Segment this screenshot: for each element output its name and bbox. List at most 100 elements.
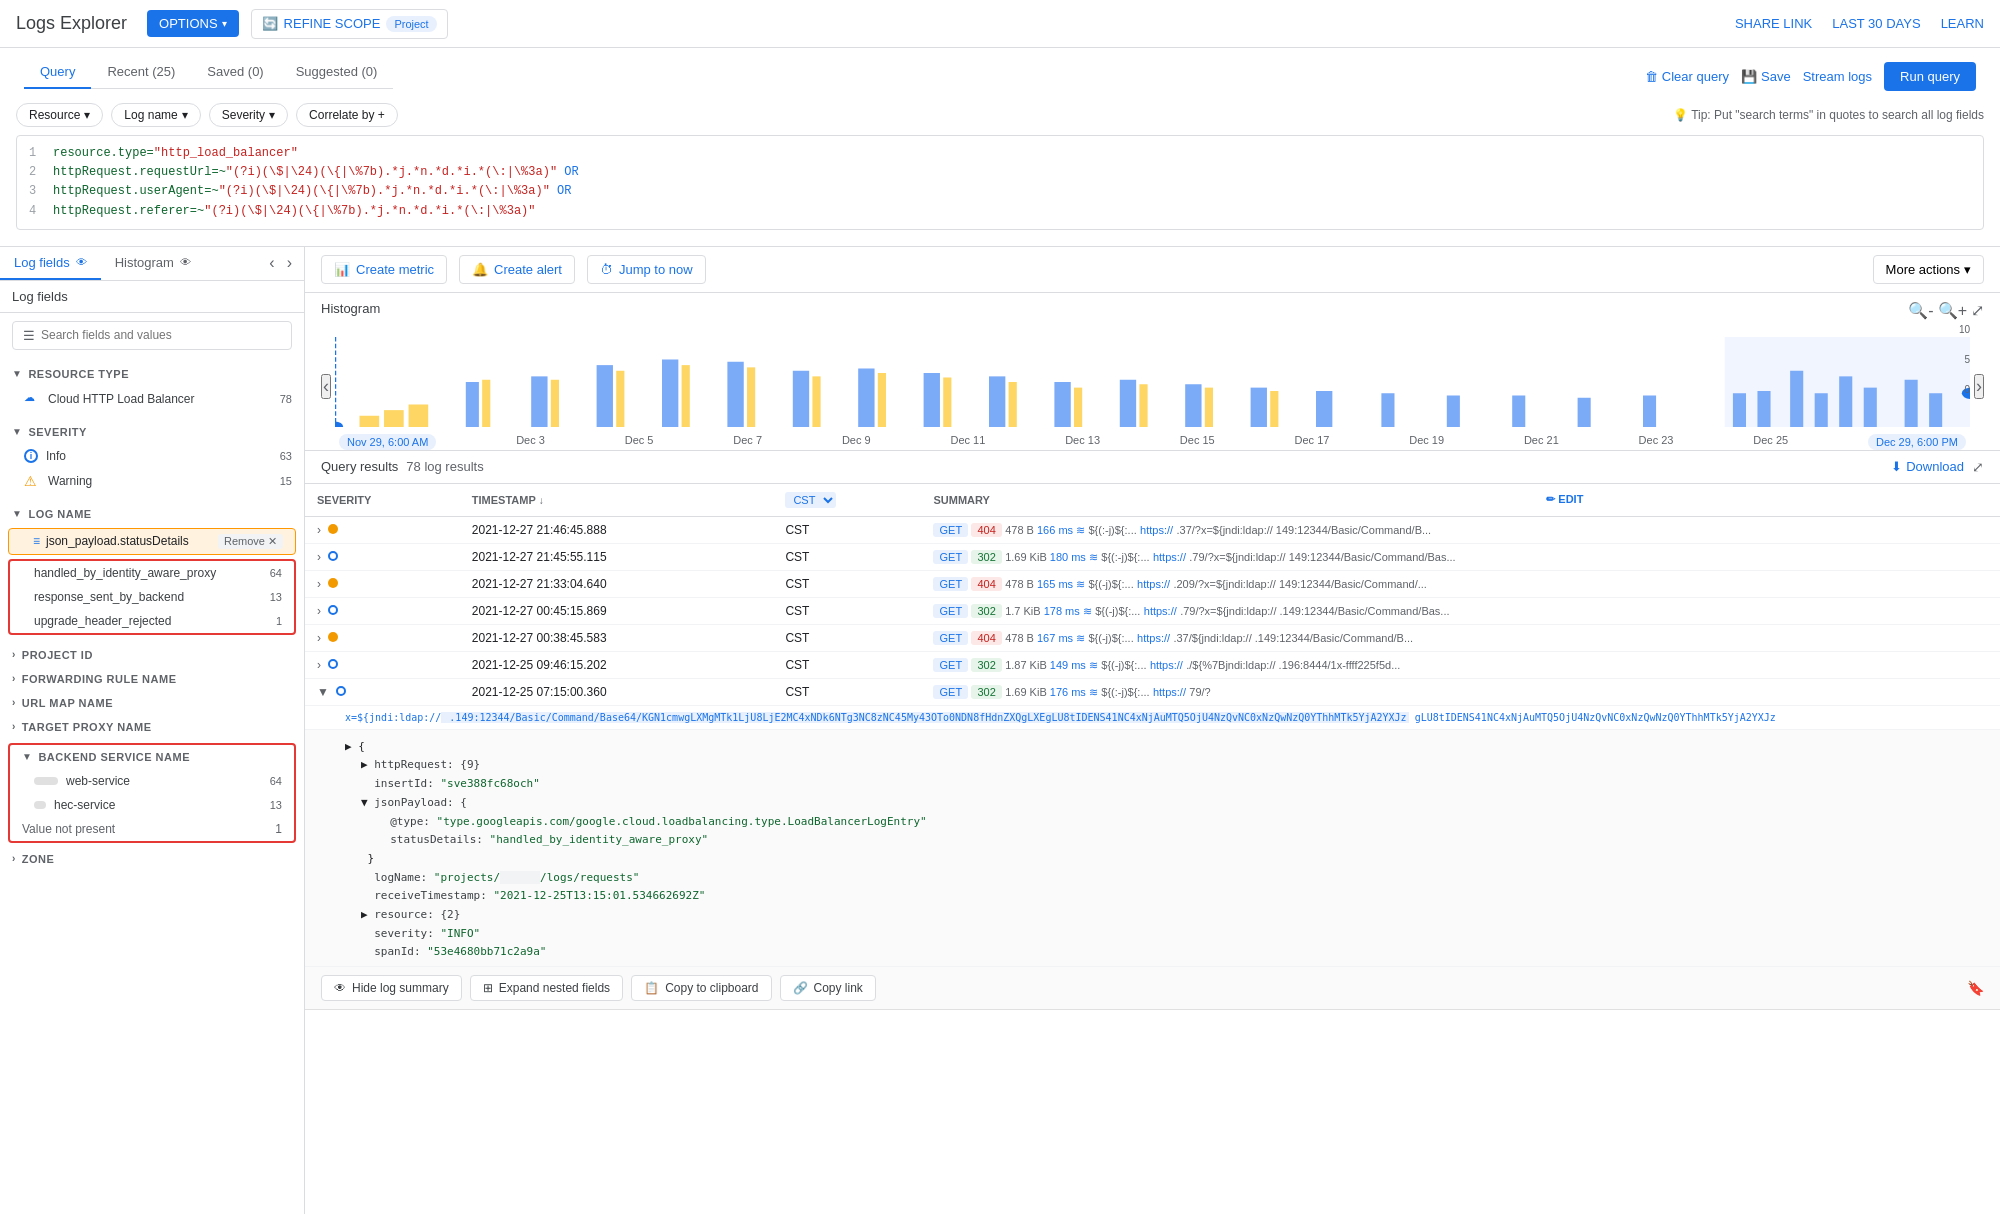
- jump-to-now-button[interactable]: ⏱ Jump to now: [587, 255, 706, 284]
- edit-columns-button[interactable]: ✏ EDIT: [1546, 493, 1988, 506]
- share-link-button[interactable]: SHARE LINK: [1735, 16, 1812, 31]
- timestamp-cell: 2021-12-27 21:46:45.888: [460, 516, 774, 543]
- summary-cell: GET 404 478 B 166 ms ≋ ${(:-j)${:... htt…: [921, 516, 2000, 543]
- panel-tab-logfields[interactable]: Log fields 👁: [0, 247, 101, 280]
- zone-header[interactable]: › ZONE: [0, 847, 304, 871]
- field-cloud-http-lb[interactable]: ☁ Cloud HTTP Load Balancer 78: [0, 386, 304, 412]
- histogram-next-button[interactable]: ›: [1974, 374, 1984, 399]
- save-button[interactable]: 💾 Save: [1741, 69, 1791, 84]
- row-expand-3[interactable]: ›: [317, 577, 321, 591]
- field-count-warning: 15: [280, 475, 292, 487]
- stream-logs-button[interactable]: Stream logs: [1803, 69, 1872, 84]
- svg-rect-9: [616, 371, 624, 427]
- backend-service-header[interactable]: ▼ BACKEND SERVICE NAME: [10, 745, 294, 769]
- query-editor: 1 resource.type="http_load_balancer" 2 h…: [16, 135, 1984, 230]
- last-days-button[interactable]: LAST 30 DAYS: [1832, 16, 1920, 31]
- tab-query[interactable]: Query: [24, 56, 91, 89]
- panel-expand-button[interactable]: ›: [283, 252, 296, 274]
- svg-rect-7: [551, 380, 559, 427]
- summary-cell: GET 404 478 B 165 ms ≋ ${(-j)${:... http…: [921, 570, 2000, 597]
- search-fields-input[interactable]: [41, 328, 281, 342]
- field-handled-by-iap[interactable]: handled_by_identity_aware_proxy 64: [10, 561, 294, 585]
- target-proxy-header[interactable]: › TARGET PROXY NAME: [0, 715, 304, 739]
- row-expand-1[interactable]: ›: [317, 523, 321, 537]
- expanded-log-tree: ▶ { ▶ httpRequest: {9} insertId: "sve388…: [305, 730, 2000, 966]
- field-response-sent[interactable]: response_sent_by_backend 13: [10, 585, 294, 609]
- svg-rect-6: [531, 376, 547, 427]
- create-alert-button[interactable]: 🔔 Create alert: [459, 255, 575, 284]
- backend-service-section: ▼ BACKEND SERVICE NAME web-service 64 he…: [8, 743, 296, 843]
- resource-chip[interactable]: Resource ▾: [16, 103, 103, 127]
- search-fields-container: ☰: [12, 321, 292, 350]
- field-warning[interactable]: ⚠ Warning 15: [0, 468, 304, 494]
- row-expand-6[interactable]: ›: [317, 658, 321, 672]
- project-id-label: PROJECT ID: [22, 649, 93, 661]
- refine-scope-icon: 🔄: [262, 16, 278, 31]
- expand-nested-button[interactable]: ⊞ Expand nested fields: [470, 975, 623, 1001]
- svg-rect-41: [1839, 376, 1852, 427]
- severity-chip[interactable]: Severity ▾: [209, 103, 288, 127]
- project-id-header[interactable]: › PROJECT ID: [0, 643, 304, 667]
- more-actions-button[interactable]: Hide log summary More actions ▾: [1873, 255, 1984, 284]
- tab-recent[interactable]: Recent (25): [91, 56, 191, 89]
- tab-suggested[interactable]: Suggested (0): [280, 56, 394, 89]
- run-query-button[interactable]: Run query: [1884, 62, 1976, 91]
- copy-link-button[interactable]: 🔗 Copy link: [780, 975, 876, 1001]
- top-nav: Logs Explorer OPTIONS 🔄 REFINE SCOPE Pro…: [0, 0, 2000, 48]
- hide-summary-button[interactable]: 👁 Hide log summary: [321, 975, 462, 1001]
- table-row: › 2021-12-25 09:46:15.202 CST GET 302 1.…: [305, 651, 2000, 678]
- warning-icon: ⚠: [24, 473, 40, 489]
- url-map-chevron: ›: [12, 697, 16, 708]
- learn-button[interactable]: LEARN: [1941, 16, 1984, 31]
- more-actions-chevron: ▾: [1964, 262, 1971, 277]
- field-json-payload[interactable]: ≡ json_payload.statusDetails Remove ✕: [8, 528, 296, 555]
- correlate-chip[interactable]: Correlate by +: [296, 103, 398, 127]
- content-actions-bar: 📊 Hide log summary Create metric 🔔 Creat…: [305, 247, 2000, 293]
- field-hec-service[interactable]: hec-service 13: [10, 793, 294, 817]
- copy-clipboard-button[interactable]: 📋 Copy to clipboard: [631, 975, 771, 1001]
- panel-tab-histogram[interactable]: Histogram 👁: [101, 247, 205, 280]
- severity-header[interactable]: ▼ SEVERITY: [0, 420, 304, 444]
- log-name-label: LOG NAME: [28, 508, 91, 520]
- svg-rect-43: [1905, 380, 1918, 427]
- field-info[interactable]: i Info 63: [0, 444, 304, 468]
- bookmark-icon[interactable]: 🔖: [1967, 980, 1984, 996]
- tab-saved[interactable]: Saved (0): [191, 56, 279, 89]
- url-map-header[interactable]: › URL MAP NAME: [0, 691, 304, 715]
- download-button[interactable]: ⬇ Download: [1891, 459, 1964, 474]
- zoom-in-button[interactable]: 🔍+: [1938, 301, 1967, 320]
- clear-query-button[interactable]: 🗑 Clear query: [1645, 69, 1729, 84]
- log-name-header[interactable]: ▼ LOG NAME: [0, 502, 304, 526]
- row-expand-2[interactable]: ›: [317, 550, 321, 564]
- panel-collapse-button[interactable]: ‹: [265, 252, 278, 274]
- info-dot: [328, 551, 338, 561]
- forwarding-rule-header[interactable]: › FORWARDING RULE NAME: [0, 667, 304, 691]
- resource-type-header[interactable]: ▼ RESOURCE TYPE: [0, 362, 304, 386]
- row-expand-5[interactable]: ›: [317, 631, 321, 645]
- field-web-service[interactable]: web-service 64: [10, 769, 294, 793]
- svg-rect-44: [1929, 393, 1942, 427]
- expand-results-button[interactable]: ⤢: [1972, 459, 1984, 475]
- severity-section: ▼ SEVERITY i Info 63 ⚠ Warning 15: [0, 416, 304, 498]
- log-name-highlighted-group: handled_by_identity_aware_proxy 64 respo…: [8, 559, 296, 635]
- log-fields-header: Log fields: [0, 281, 304, 313]
- row-expand-4[interactable]: ›: [317, 604, 321, 618]
- timezone-select[interactable]: CST UTC PST: [785, 492, 836, 508]
- field-upgrade-header[interactable]: upgrade_header_rejected 1: [10, 609, 294, 633]
- zoom-out-button[interactable]: 🔍-: [1908, 301, 1933, 320]
- field-name-warning: Warning: [48, 474, 280, 488]
- svg-rect-24: [1120, 380, 1136, 427]
- histogram-prev-button[interactable]: ‹: [321, 374, 331, 399]
- results-header: Query results 78 log results ⬇ Download …: [305, 451, 2000, 484]
- create-metric-button[interactable]: 📊 Hide log summary Create metric: [321, 255, 447, 284]
- refine-scope-button[interactable]: 🔄 REFINE SCOPE Project: [251, 9, 448, 39]
- severity-cell: ›: [305, 597, 460, 624]
- remove-button[interactable]: Remove ✕: [218, 534, 283, 549]
- expand-histogram-button[interactable]: ⤢: [1971, 301, 1984, 320]
- options-button[interactable]: OPTIONS: [147, 10, 239, 37]
- row-collapse-7[interactable]: ▼: [317, 685, 329, 699]
- logname-chip[interactable]: Log name ▾: [111, 103, 200, 127]
- resource-type-label: RESOURCE TYPE: [28, 368, 129, 380]
- query-tabs: Query Recent (25) Saved (0) Suggested (0…: [24, 56, 393, 89]
- query-line-2: 2 httpRequest.requestUrl=~"(?i)(\$|\24)(…: [29, 163, 1971, 182]
